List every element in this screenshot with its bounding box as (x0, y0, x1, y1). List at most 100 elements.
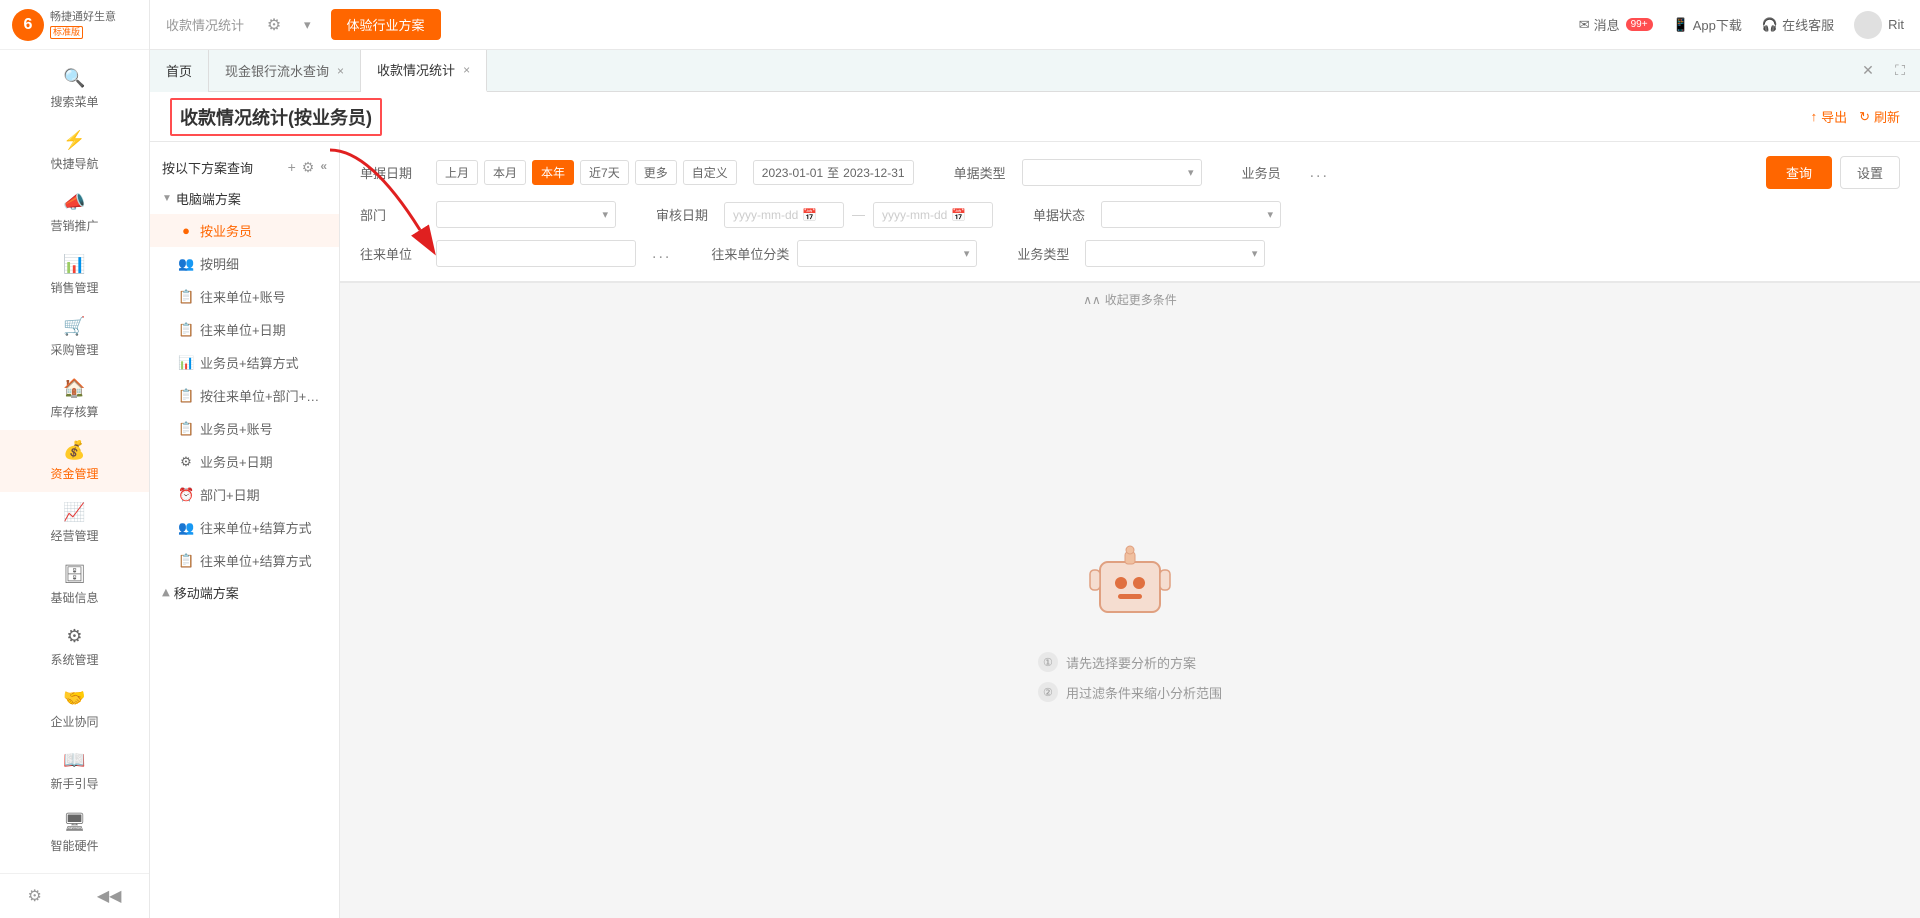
scheme-item-unit-settle2[interactable]: 👥 往来单位+结算方式 (150, 511, 339, 544)
scheme-item-unit-settle3[interactable]: 📋 往来单位+结算方式 (150, 544, 339, 577)
sidebar-item-wechat[interactable]: 💬 企业微信 (0, 864, 149, 873)
collapse-bar[interactable]: ∧∧ 收起更多条件 (340, 282, 1920, 316)
settings-button[interactable]: 设置 (1840, 156, 1900, 189)
topbar-left: 收款情况统计 ⚙ ▾ (166, 11, 311, 39)
purchase-icon: 🛒 (63, 316, 85, 337)
window-maximize-btn[interactable]: ⛶ (1888, 59, 1912, 83)
date-btn-this-month[interactable]: 本月 (484, 160, 526, 185)
online-service-button[interactable]: 🎧 在线客服 (1762, 15, 1834, 34)
filter-row-2: 部门 审核日期 yyyy-mm-dd 📅 — (360, 201, 1900, 228)
user-avatar-area[interactable]: Rit (1854, 11, 1904, 39)
panel-settings-icon[interactable]: ⚙ (302, 159, 315, 176)
date-btn-last7[interactable]: 近7天 (580, 160, 629, 185)
empty-state: ① 请先选择要分析的方案 ② 用过滤条件来缩小分析范围 (1038, 532, 1222, 702)
unit-category-select-wrapper (797, 240, 977, 267)
tab-home[interactable]: 首页 (150, 50, 209, 92)
scheme-item-unit-account[interactable]: 📋 往来单位+账号 (150, 280, 339, 313)
sidebar-item-search[interactable]: 🔍 搜索菜单 (0, 58, 149, 120)
unit-input[interactable] (436, 240, 636, 267)
scheme-item-by-detail[interactable]: 👥 按明细 (150, 247, 339, 280)
query-button[interactable]: 查询 (1766, 156, 1832, 189)
doc-status-select[interactable] (1101, 201, 1281, 228)
content-area: 按以下方案查询 + ⚙ « ▼ 电脑端方案 ● 按业务员 (150, 142, 1920, 918)
tab-bank-flow[interactable]: 现金银行流水查询 × (209, 50, 361, 92)
review-date-from[interactable]: yyyy-mm-dd 📅 (724, 202, 844, 228)
biz-type-select[interactable] (1085, 240, 1265, 267)
desktop-group-label: 电脑端方案 (176, 189, 241, 208)
tabs-bar: 首页 现金银行流水查询 × 收款情况统计 × ✕ ⛶ (150, 50, 1920, 92)
sidebar-item-enterprise[interactable]: 🤝 企业协同 (0, 678, 149, 740)
review-date-to[interactable]: yyyy-mm-dd 📅 (873, 202, 993, 228)
tab-bank-flow-close[interactable]: × (337, 64, 344, 78)
scheme-item-staff-date[interactable]: ⚙ 业务员+日期 (150, 445, 339, 478)
operations-icon: 📈 (63, 502, 85, 523)
date-btn-last-month[interactable]: 上月 (436, 160, 478, 185)
scheme-item-staff-account[interactable]: 📋 业务员+账号 (150, 412, 339, 445)
refresh-button[interactable]: ↻ 刷新 (1859, 107, 1900, 126)
topbar-arrow-icon[interactable]: ▾ (304, 17, 311, 33)
scheme-item-unit-date[interactable]: 📋 往来单位+日期 (150, 313, 339, 346)
refresh-icon: ↻ (1859, 109, 1870, 125)
sidebar-item-finance[interactable]: 💰 资金管理 (0, 430, 149, 492)
export-icon: ↑ (1811, 109, 1818, 124)
window-close-btn[interactable]: ✕ (1856, 59, 1880, 83)
sidebar-item-operations[interactable]: 📈 经营管理 (0, 492, 149, 554)
unit-settle2-icon: 👥 (178, 520, 194, 536)
right-panel: 单据日期 上月 本月 本年 近7天 更多 自定义 2023-01-01 至 (340, 142, 1920, 918)
scheme-group-mobile-title[interactable]: ▶ 移动端方案 (150, 577, 339, 608)
unit-category-label: 往来单位分类 (711, 244, 789, 263)
unit-dept-icon: 📋 (178, 388, 194, 404)
sidebar-item-basic[interactable]: 🗄 基础信息 (0, 554, 149, 616)
sidebar-settings-btn[interactable]: ⚙ (28, 886, 42, 906)
mobile-group-label: 移动端方案 (174, 583, 239, 602)
app-download-button[interactable]: 📱 App下载 (1673, 15, 1742, 34)
sidebar-footer: ⚙ ◀◀ (0, 873, 149, 918)
topbar-settings-icon[interactable]: ⚙ (260, 11, 288, 39)
sidebar-item-purchase[interactable]: 🛒 采购管理 (0, 306, 149, 368)
filter-row-3: 往来单位 ... 往来单位分类 业务类型 (360, 240, 1900, 267)
dept-label: 部门 (360, 205, 420, 224)
sidebar-item-hardware[interactable]: 🖥 智能硬件 (0, 802, 149, 864)
unit-category-select[interactable] (797, 240, 977, 267)
message-icon: ✉ (1579, 17, 1590, 33)
tab-collection-close[interactable]: × (463, 63, 470, 77)
scheme-item-staff-settle[interactable]: 📊 业务员+结算方式 (150, 346, 339, 379)
scheme-item-unit-dept-collect[interactable]: 📋 按往来单位+部门+收... (150, 379, 339, 412)
export-button[interactable]: ↑ 导出 (1811, 107, 1848, 126)
sidebar-item-sales[interactable]: 📊 销售管理 (0, 244, 149, 306)
date-btn-more[interactable]: 更多 (635, 160, 677, 185)
scheme-item-by-staff[interactable]: ● 按业务员 (150, 214, 339, 247)
date-range-input[interactable]: 2023-01-01 至 2023-12-31 (753, 160, 914, 185)
date-btn-this-year[interactable]: 本年 (532, 160, 574, 185)
sidebar-item-system[interactable]: ⚙ 系统管理 (0, 616, 149, 678)
sidebar-item-quicknav[interactable]: ⚡ 快捷导航 (0, 120, 149, 182)
doc-type-select[interactable] (1022, 159, 1202, 186)
tab-collection[interactable]: 收款情况统计 × (361, 50, 487, 92)
quicknav-icon: ⚡ (63, 130, 85, 151)
scheme-item-dept-date[interactable]: ⏰ 部门+日期 (150, 478, 339, 511)
logo-text: 畅捷通好生意 标准版 (50, 10, 116, 40)
staff-label: 业务员 (1242, 163, 1302, 182)
dept-date-icon: ⏰ (178, 487, 194, 503)
unit-account-icon: 📋 (178, 289, 194, 305)
date-btn-custom[interactable]: 自定义 (683, 160, 737, 185)
sidebar-item-guide[interactable]: 📖 新手引导 (0, 740, 149, 802)
message-button[interactable]: ✉ 消息 99+ (1579, 15, 1653, 34)
system-icon: ⚙ (66, 626, 82, 647)
staff-date-icon: ⚙ (178, 454, 194, 470)
page-title: 收款情况统计(按业务员) (170, 98, 382, 136)
dept-select[interactable] (436, 201, 616, 228)
guide-icon: 📖 (63, 750, 85, 771)
panel-add-icon[interactable]: + (288, 159, 296, 176)
collapse-label: 收起更多条件 (1105, 291, 1177, 308)
staff-more-btn[interactable]: ... (1310, 164, 1329, 182)
sidebar-item-marketing[interactable]: 📣 营销推广 (0, 182, 149, 244)
sidebar-collapse-btn[interactable]: ◀◀ (97, 886, 122, 906)
download-icon: 📱 (1673, 17, 1689, 33)
sidebar-item-inventory[interactable]: 🏠 库存核算 (0, 368, 149, 430)
solution-button[interactable]: 体验行业方案 (331, 9, 441, 40)
scheme-group-desktop-title[interactable]: ▼ 电脑端方案 (150, 183, 339, 214)
unit-more-btn[interactable]: ... (652, 245, 671, 263)
topbar-breadcrumb: 收款情况统计 (166, 15, 244, 34)
panel-collapse-icon[interactable]: « (320, 159, 327, 176)
